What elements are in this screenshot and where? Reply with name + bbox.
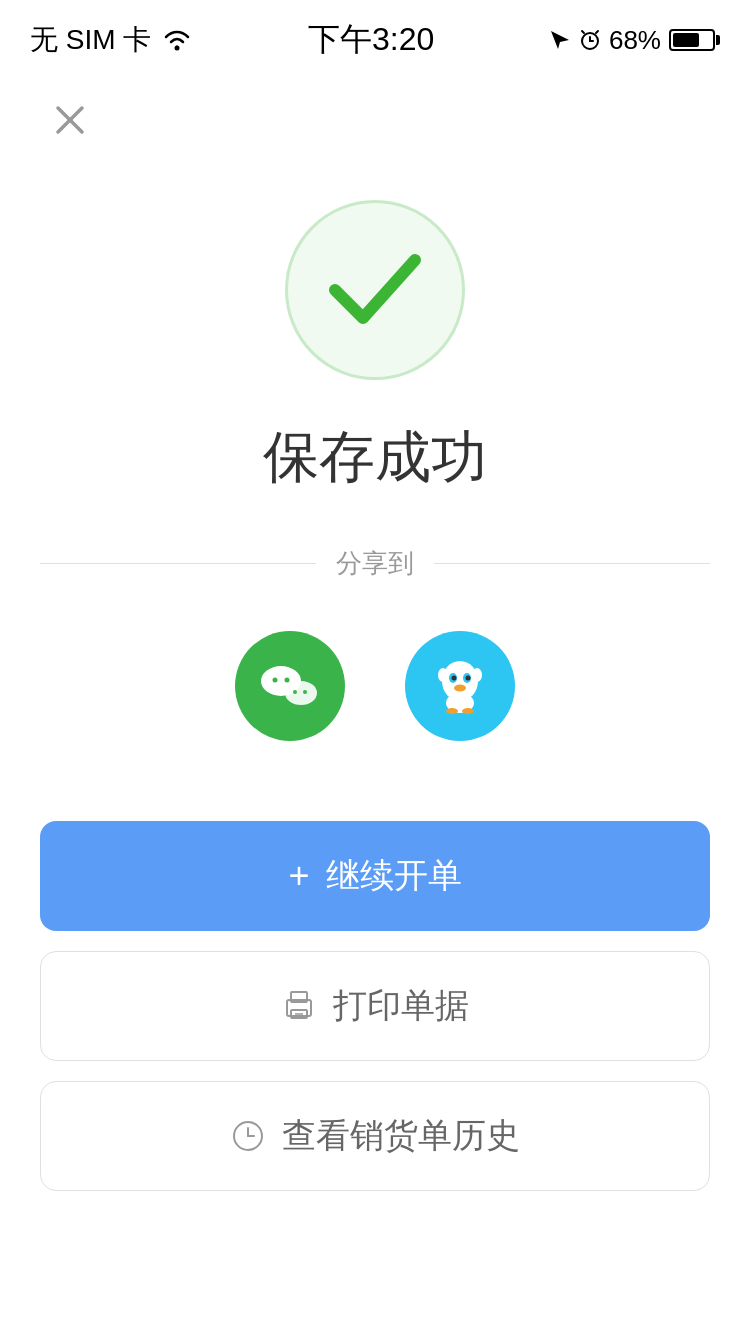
history-button[interactable]: 查看销货单历史: [40, 1081, 710, 1191]
battery-percent: 68%: [609, 25, 661, 56]
svg-line-5: [596, 31, 598, 33]
divider-line-right: [434, 563, 710, 564]
share-divider: 分享到: [40, 546, 710, 581]
success-circle: [285, 200, 465, 380]
close-button[interactable]: [40, 90, 100, 150]
print-icon: [281, 988, 317, 1024]
svg-point-20: [466, 676, 471, 681]
continue-order-button[interactable]: + 继续开单: [40, 821, 710, 931]
main-content: 保存成功 分享到: [0, 80, 750, 1191]
plus-icon: +: [288, 855, 309, 897]
svg-point-15: [438, 668, 448, 682]
svg-point-9: [285, 681, 317, 705]
svg-point-11: [285, 678, 290, 683]
share-icons: [235, 631, 515, 741]
svg-line-4: [582, 31, 584, 33]
continue-order-label: 继续开单: [326, 853, 462, 899]
status-left: 无 SIM 卡: [30, 21, 193, 59]
battery-icon: [669, 29, 720, 51]
qq-share-button[interactable]: [405, 631, 515, 741]
status-right: 68%: [549, 25, 720, 56]
svg-point-16: [472, 668, 482, 682]
location-icon: [549, 29, 571, 51]
svg-point-0: [175, 46, 180, 51]
svg-point-13: [303, 690, 307, 694]
status-bar: 无 SIM 卡 下午3:20 68%: [0, 0, 750, 80]
wechat-icon: [255, 651, 325, 721]
success-title: 保存成功: [263, 420, 487, 496]
share-label: 分享到: [336, 546, 414, 581]
close-icon: [50, 100, 90, 140]
svg-point-10: [273, 678, 278, 683]
wifi-icon: [161, 28, 193, 52]
svg-point-21: [454, 685, 466, 692]
svg-point-24: [462, 708, 474, 714]
svg-point-12: [293, 690, 297, 694]
history-icon: [230, 1118, 266, 1154]
alarm-icon: [579, 29, 601, 51]
divider-line-left: [40, 563, 316, 564]
svg-point-19: [452, 676, 457, 681]
svg-point-23: [446, 708, 458, 714]
status-time: 下午3:20: [308, 18, 434, 62]
checkmark-icon: [325, 250, 425, 330]
history-label: 查看销货单历史: [282, 1113, 520, 1159]
action-buttons: + 继续开单 打印单据 查看销货单历史: [40, 821, 710, 1191]
print-button[interactable]: 打印单据: [40, 951, 710, 1061]
qq-icon: [425, 651, 495, 721]
carrier-text: 无 SIM 卡: [30, 21, 151, 59]
wechat-share-button[interactable]: [235, 631, 345, 741]
print-label: 打印单据: [333, 983, 469, 1029]
